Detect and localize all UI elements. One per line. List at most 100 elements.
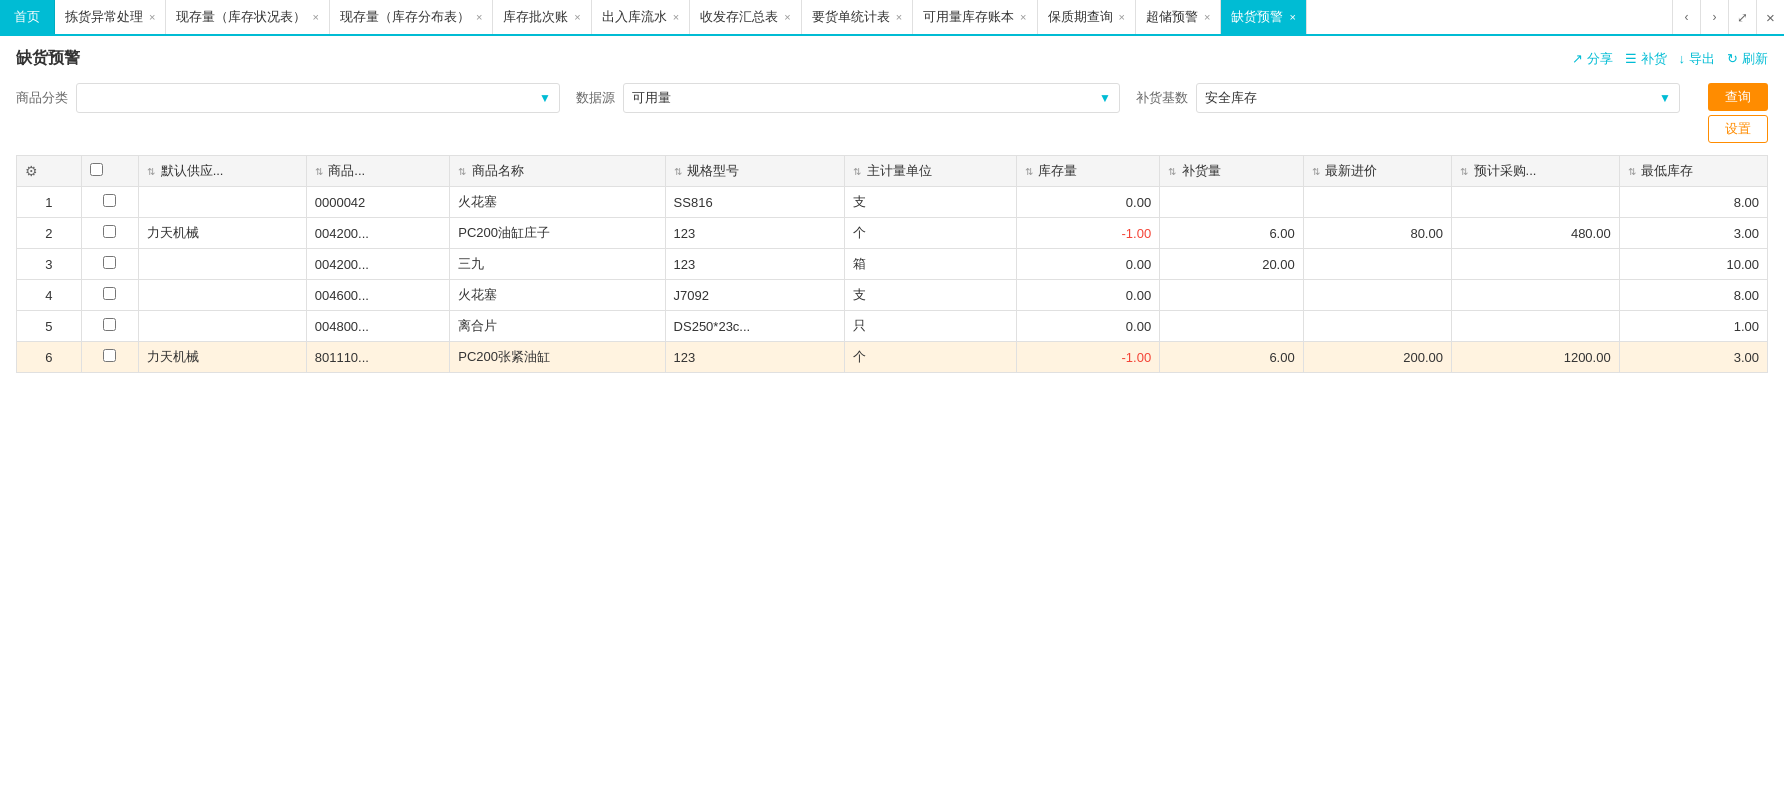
- replenish-btn[interactable]: ☰ 补货: [1625, 50, 1667, 68]
- table-header-row: ⚙ ⇅ 默认供应... ⇅ 商品... ⇅ 商品名称: [17, 156, 1768, 187]
- query-button[interactable]: 查询: [1708, 83, 1768, 111]
- table-row[interactable]: 3 004200... 三九 123 箱 0.00 20.00 10.00: [17, 249, 1768, 280]
- share-btn[interactable]: ↗ 分享: [1572, 50, 1613, 68]
- row-unit: 个: [845, 342, 1017, 373]
- row-code: 004800...: [306, 311, 450, 342]
- nav-tab-close[interactable]: ×: [784, 11, 790, 23]
- row-checkbox[interactable]: [103, 194, 116, 207]
- th-unit[interactable]: ⇅ 主计量单位: [845, 156, 1017, 187]
- nav-tab-inventory-dist[interactable]: 现存量（库存分布表）×: [330, 0, 493, 34]
- nav-tab-inout-flow[interactable]: 出入库流水 ×: [592, 0, 690, 34]
- nav-tab-home[interactable]: 首页: [0, 0, 55, 34]
- row-checkbox[interactable]: [103, 225, 116, 238]
- th-settings[interactable]: ⚙: [17, 156, 82, 187]
- sort-icon-code: ⇅: [315, 166, 323, 177]
- nav-restore-btn[interactable]: ⤢: [1728, 0, 1756, 34]
- export-btn[interactable]: ↓ 导出: [1679, 50, 1716, 68]
- th-price-label: 最新进价: [1325, 163, 1377, 178]
- row-checkbox[interactable]: [103, 349, 116, 362]
- row-stock: 0.00: [1016, 249, 1160, 280]
- nav-tab-close[interactable]: ×: [312, 11, 318, 23]
- row-num: 5: [17, 311, 82, 342]
- row-check[interactable]: [81, 342, 138, 373]
- nav-tab-close[interactable]: ×: [1204, 11, 1210, 23]
- row-name: 三九: [450, 249, 665, 280]
- nav-tab-label: 缺货预警: [1231, 8, 1283, 26]
- data-table: ⚙ ⇅ 默认供应... ⇅ 商品... ⇅ 商品名称: [16, 155, 1768, 373]
- nav-tab-close[interactable]: ×: [1289, 11, 1295, 23]
- row-num: 3: [17, 249, 82, 280]
- replenish-basis-select[interactable]: 安全库存 ▼: [1196, 83, 1680, 113]
- row-check[interactable]: [81, 187, 138, 218]
- row-min-stock: 8.00: [1619, 280, 1767, 311]
- sort-icon-stock: ⇅: [1025, 166, 1033, 177]
- nav-tab-label: 库存批次账: [503, 8, 568, 26]
- replenish-label: 补货: [1641, 50, 1667, 68]
- refresh-label: 刷新: [1742, 50, 1768, 68]
- th-check[interactable]: [81, 156, 138, 187]
- nav-tab-available-ledger[interactable]: 可用量库存账本×: [913, 0, 1037, 34]
- refresh-btn[interactable]: ↻ 刷新: [1727, 50, 1768, 68]
- settings-button[interactable]: 设置: [1708, 115, 1768, 143]
- row-name: PC200张紧油缸: [450, 342, 665, 373]
- row-plan: [1451, 311, 1619, 342]
- nav-tab-close[interactable]: ×: [574, 11, 580, 23]
- nav-tab-exception[interactable]: 拣货异常处理×: [55, 0, 166, 34]
- datasource-dropdown-icon: ▼: [1099, 91, 1111, 105]
- th-replenish[interactable]: ⇅ 补货量: [1160, 156, 1304, 187]
- category-select[interactable]: ▼: [76, 83, 560, 113]
- gear-icon[interactable]: ⚙: [25, 163, 38, 179]
- th-code[interactable]: ⇅ 商品...: [306, 156, 450, 187]
- nav-prev-btn[interactable]: ‹: [1672, 0, 1700, 34]
- row-num: 1: [17, 187, 82, 218]
- nav-tab-close[interactable]: ×: [149, 11, 155, 23]
- header-actions: ↗ 分享 ☰ 补货 ↓ 导出 ↻ 刷新: [1572, 50, 1769, 68]
- row-checkbox[interactable]: [103, 287, 116, 300]
- nav-tab-close[interactable]: ×: [673, 11, 679, 23]
- table-row[interactable]: 5 004800... 离合片 DS250*23c... 只 0.00 1.00: [17, 311, 1768, 342]
- nav-next-btn[interactable]: ›: [1700, 0, 1728, 34]
- row-num: 2: [17, 218, 82, 249]
- nav-tab-close[interactable]: ×: [896, 11, 902, 23]
- th-stock[interactable]: ⇅ 库存量: [1016, 156, 1160, 187]
- share-icon: ↗: [1572, 51, 1583, 66]
- row-check[interactable]: [81, 218, 138, 249]
- filter-bar: 商品分类 ▼ 数据源 可用量 ▼ 补货基数 安全库存 ▼ 查询 设置: [16, 83, 1768, 143]
- table-row[interactable]: 1 0000042 火花塞 SS816 支 0.00 8.00: [17, 187, 1768, 218]
- th-name[interactable]: ⇅ 商品名称: [450, 156, 665, 187]
- row-name: 离合片: [450, 311, 665, 342]
- row-check[interactable]: [81, 280, 138, 311]
- th-spec[interactable]: ⇅ 规格型号: [665, 156, 844, 187]
- datasource-value: 可用量: [632, 89, 671, 107]
- nav-tab-shortage[interactable]: 缺货预警 ×: [1221, 0, 1306, 34]
- top-nav: 首页 拣货异常处理×现存量（库存状况表）×现存量（库存分布表）×库存批次账×出入…: [0, 0, 1784, 36]
- datasource-select[interactable]: 可用量 ▼: [623, 83, 1120, 113]
- nav-tab-close[interactable]: ×: [476, 11, 482, 23]
- th-plan[interactable]: ⇅ 预计采购...: [1451, 156, 1619, 187]
- th-price[interactable]: ⇅ 最新进价: [1303, 156, 1451, 187]
- nav-tab-batch-account[interactable]: 库存批次账 ×: [493, 0, 591, 34]
- th-supplier[interactable]: ⇅ 默认供应...: [139, 156, 307, 187]
- nav-tab-expiry-query[interactable]: 保质期查询×: [1038, 0, 1136, 34]
- row-replenish: 20.00: [1160, 249, 1304, 280]
- nav-tab-close[interactable]: ×: [1020, 11, 1026, 23]
- nav-tab-demand-stats[interactable]: 要货单统计表×: [802, 0, 913, 34]
- row-check[interactable]: [81, 249, 138, 280]
- select-all-checkbox[interactable]: [90, 163, 103, 176]
- row-checkbox[interactable]: [103, 256, 116, 269]
- nav-tab-receive-summary[interactable]: 收发存汇总表×: [690, 0, 801, 34]
- table-row[interactable]: 2 力天机械 004200... PC200油缸庄子 123 个 -1.00 6…: [17, 218, 1768, 249]
- row-check[interactable]: [81, 311, 138, 342]
- nav-tab-close[interactable]: ×: [1119, 11, 1125, 23]
- th-min[interactable]: ⇅ 最低库存: [1619, 156, 1767, 187]
- table-row[interactable]: 4 004600... 火花塞 J7092 支 0.00 8.00: [17, 280, 1768, 311]
- table-row[interactable]: 6 力天机械 801110... PC200张紧油缸 123 个 -1.00 6…: [17, 342, 1768, 373]
- nav-tab-inventory-status[interactable]: 现存量（库存状况表）×: [166, 0, 329, 34]
- nav-tab-overstock[interactable]: 超储预警×: [1136, 0, 1221, 34]
- row-checkbox[interactable]: [103, 318, 116, 331]
- nav-close-btn[interactable]: ×: [1756, 0, 1784, 34]
- category-filter-group: 商品分类 ▼: [16, 83, 560, 113]
- row-spec: 123: [665, 218, 844, 249]
- row-code: 0000042: [306, 187, 450, 218]
- nav-tab-label: 出入库流水: [602, 8, 667, 26]
